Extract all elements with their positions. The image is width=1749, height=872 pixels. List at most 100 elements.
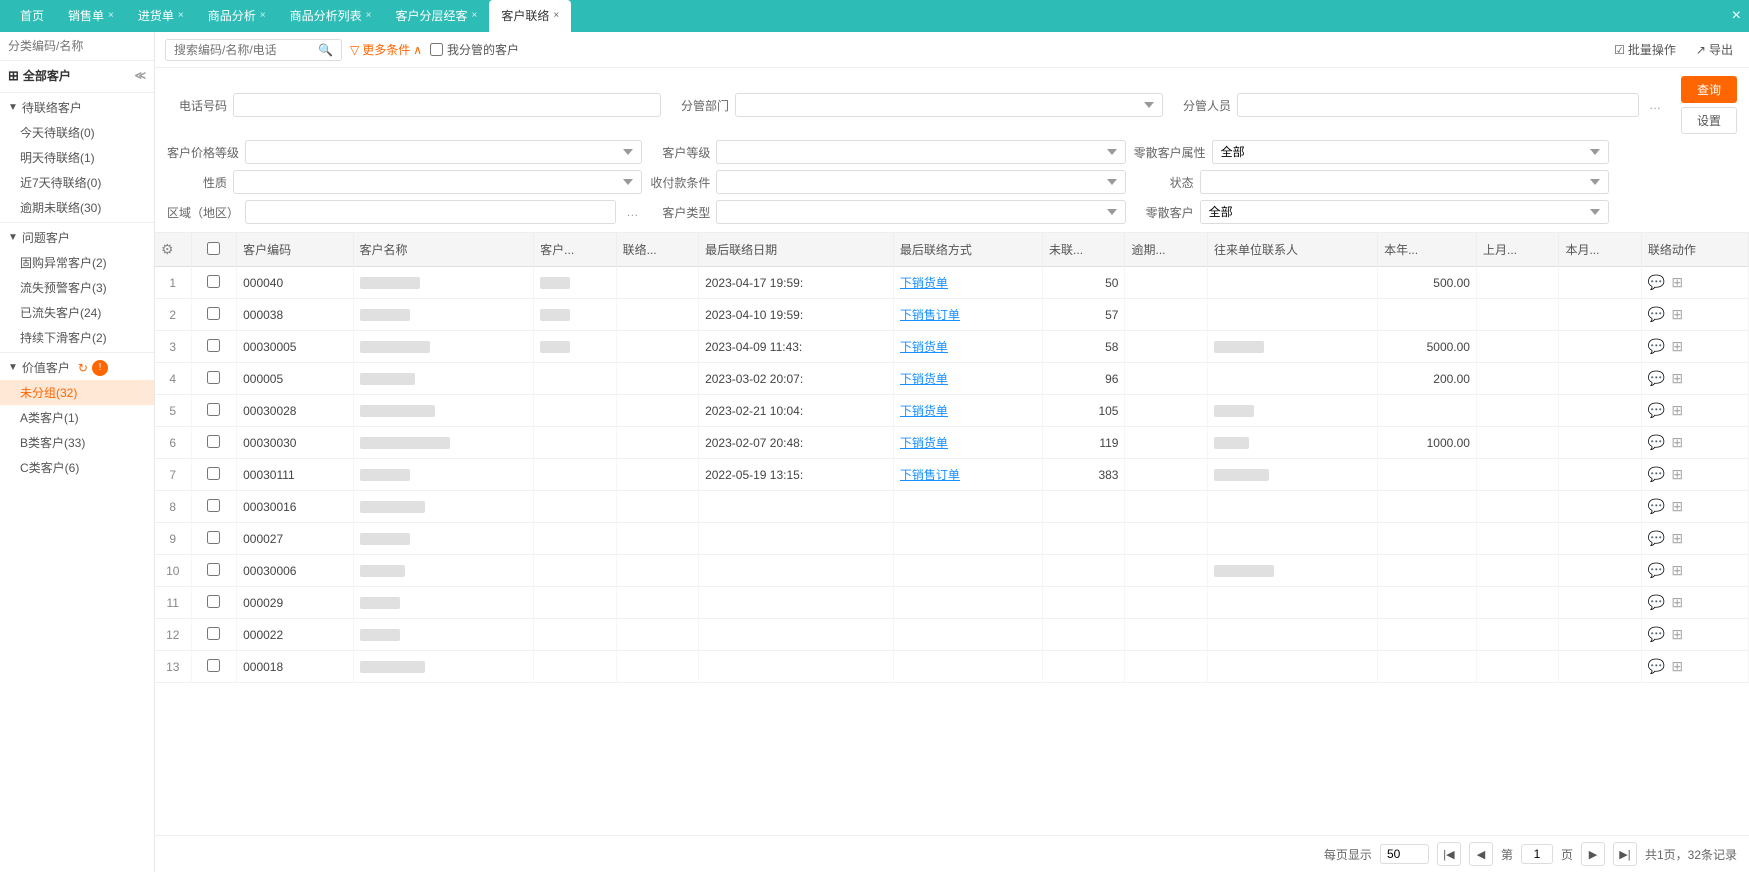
row-checkbox[interactable] <box>207 339 220 352</box>
tab-customer-segment[interactable]: 客户分层经客 × <box>383 0 489 32</box>
tab-analysis[interactable]: 商品分析 × <box>196 0 278 32</box>
more-action-icon[interactable]: ⊞ <box>1671 498 1683 515</box>
last-method-link[interactable]: 下销货单 <box>900 276 948 290</box>
a-class-item[interactable]: A类客户(1) <box>0 405 154 430</box>
sidebar-search-input[interactable] <box>8 39 155 53</box>
more-action-icon[interactable]: ⊞ <box>1671 626 1683 643</box>
collapse-icon[interactable]: ≪ <box>134 69 146 82</box>
more-action-icon[interactable]: ⊞ <box>1671 434 1683 451</box>
manager-more-btn[interactable]: … <box>1645 98 1665 112</box>
refresh-icon[interactable]: ↻ <box>78 361 88 375</box>
contact-action-icon[interactable]: 💬 <box>1648 370 1665 387</box>
near7days-pending[interactable]: 近7天待联络(0) <box>0 170 154 195</box>
contact-action-icon[interactable]: 💬 <box>1648 274 1665 291</box>
row-checkbox[interactable] <box>207 627 220 640</box>
c-class-item[interactable]: C类客户(6) <box>0 455 154 480</box>
persistent-drop-item[interactable]: 持续下滑客户(2) <box>0 325 154 350</box>
region-more-btn[interactable]: … <box>622 205 642 219</box>
more-action-icon[interactable]: ⊞ <box>1671 402 1683 419</box>
my-customers-checkbox[interactable]: 我分管的客户 <box>430 41 519 58</box>
row-checkbox-cell[interactable] <box>191 331 237 363</box>
close-window-button[interactable]: × <box>1732 7 1741 25</box>
pending-contact-group[interactable]: ▼ 待联络客户 <box>0 95 154 120</box>
tab-home[interactable]: 首页 <box>8 0 56 32</box>
no-group-item[interactable]: 未分组(32) <box>0 380 154 405</box>
row-checkbox-cell[interactable] <box>191 555 237 587</box>
last-method-link[interactable]: 下销货单 <box>900 436 948 450</box>
row-checkbox[interactable] <box>207 275 220 288</box>
row-checkbox[interactable] <box>207 403 220 416</box>
last-method-link[interactable]: 下销货单 <box>900 404 948 418</box>
price-level-select[interactable] <box>245 140 642 164</box>
close-sales-tab[interactable]: × <box>108 0 114 32</box>
region-input[interactable] <box>245 200 616 224</box>
search-box[interactable]: 🔍 <box>165 39 342 61</box>
more-conditions-btn[interactable]: ▽ 更多条件 ∧ <box>350 41 422 58</box>
select-all-checkbox[interactable] <box>207 242 220 255</box>
row-checkbox[interactable] <box>207 563 220 576</box>
customer-level-select[interactable] <box>716 140 1125 164</box>
customer-type-select[interactable] <box>716 200 1125 224</box>
contact-action-icon[interactable]: 💬 <box>1648 434 1665 451</box>
more-action-icon[interactable]: ⊞ <box>1671 466 1683 483</box>
first-page-btn[interactable]: |◀ <box>1437 842 1461 866</box>
row-checkbox[interactable] <box>207 371 220 384</box>
page-size-select[interactable]: 50 100 200 <box>1380 844 1429 864</box>
page-number-input[interactable] <box>1521 844 1553 864</box>
row-checkbox-cell[interactable] <box>191 491 237 523</box>
row-checkbox-cell[interactable] <box>191 363 237 395</box>
last-page-btn[interactable]: ▶| <box>1613 842 1637 866</box>
row-checkbox-cell[interactable] <box>191 587 237 619</box>
search-input[interactable] <box>174 43 314 57</box>
more-action-icon[interactable]: ⊞ <box>1671 658 1683 675</box>
contact-action-icon[interactable]: 💬 <box>1648 658 1665 675</box>
last-method-link[interactable]: 下销货单 <box>900 340 948 354</box>
phone-input[interactable] <box>233 93 661 117</box>
search-icon[interactable]: 🔍 <box>318 43 333 57</box>
retail-attr-select[interactable]: 全部 <box>1212 140 1609 164</box>
abnormal-purchase-item[interactable]: 固购异常客户(2) <box>0 250 154 275</box>
row-checkbox-cell[interactable] <box>191 267 237 299</box>
close-contact-tab[interactable]: × <box>553 0 559 32</box>
sidebar-search-bar[interactable]: 🔍 <box>0 32 154 61</box>
row-checkbox[interactable] <box>207 499 220 512</box>
export-btn[interactable]: ↗ 导出 <box>1690 38 1739 61</box>
more-action-icon[interactable]: ⊞ <box>1671 338 1683 355</box>
th-checkbox[interactable] <box>191 233 237 267</box>
close-purchase-tab[interactable]: × <box>178 0 184 32</box>
prev-page-btn[interactable]: ◀ <box>1469 842 1493 866</box>
status-select[interactable] <box>1200 170 1609 194</box>
reset-button[interactable]: 设置 <box>1681 107 1737 134</box>
tomorrow-pending[interactable]: 明天待联络(1) <box>0 145 154 170</box>
my-customers-check[interactable] <box>430 43 443 56</box>
contact-action-icon[interactable]: 💬 <box>1648 466 1665 483</box>
contact-action-icon[interactable]: 💬 <box>1648 338 1665 355</box>
overdue-pending[interactable]: 逾期未联络(30) <box>0 195 154 220</box>
row-checkbox[interactable] <box>207 595 220 608</box>
row-checkbox-cell[interactable] <box>191 651 237 683</box>
settings-icon[interactable]: ⚙ <box>161 241 174 257</box>
more-action-icon[interactable]: ⊞ <box>1671 370 1683 387</box>
dept-select[interactable] <box>735 93 1163 117</box>
b-class-item[interactable]: B类客户(33) <box>0 430 154 455</box>
contact-action-icon[interactable]: 💬 <box>1648 626 1665 643</box>
row-checkbox[interactable] <box>207 531 220 544</box>
value-customers-group[interactable]: ▼ 价值客户 ↻ ! <box>0 355 154 380</box>
row-checkbox-cell[interactable] <box>191 459 237 491</box>
more-action-icon[interactable]: ⊞ <box>1671 594 1683 611</box>
tab-customer-contact[interactable]: 客户联络 × <box>489 0 571 32</box>
lost-customers-item[interactable]: 已流失客户(24) <box>0 300 154 325</box>
contact-action-icon[interactable]: 💬 <box>1648 498 1665 515</box>
row-checkbox-cell[interactable] <box>191 395 237 427</box>
tab-purchase[interactable]: 进货单 × <box>126 0 196 32</box>
more-action-icon[interactable]: ⊞ <box>1671 274 1683 291</box>
manager-input[interactable] <box>1237 93 1639 117</box>
more-action-icon[interactable]: ⊞ <box>1671 306 1683 323</box>
more-action-icon[interactable]: ⊞ <box>1671 530 1683 547</box>
row-checkbox[interactable] <box>207 659 220 672</box>
row-checkbox-cell[interactable] <box>191 299 237 331</box>
last-method-link[interactable]: 下销货单 <box>900 372 948 386</box>
problem-customers-group[interactable]: ▼ 问题客户 <box>0 225 154 250</box>
today-pending[interactable]: 今天待联络(0) <box>0 120 154 145</box>
churn-risk-item[interactable]: 流失预警客户(3) <box>0 275 154 300</box>
